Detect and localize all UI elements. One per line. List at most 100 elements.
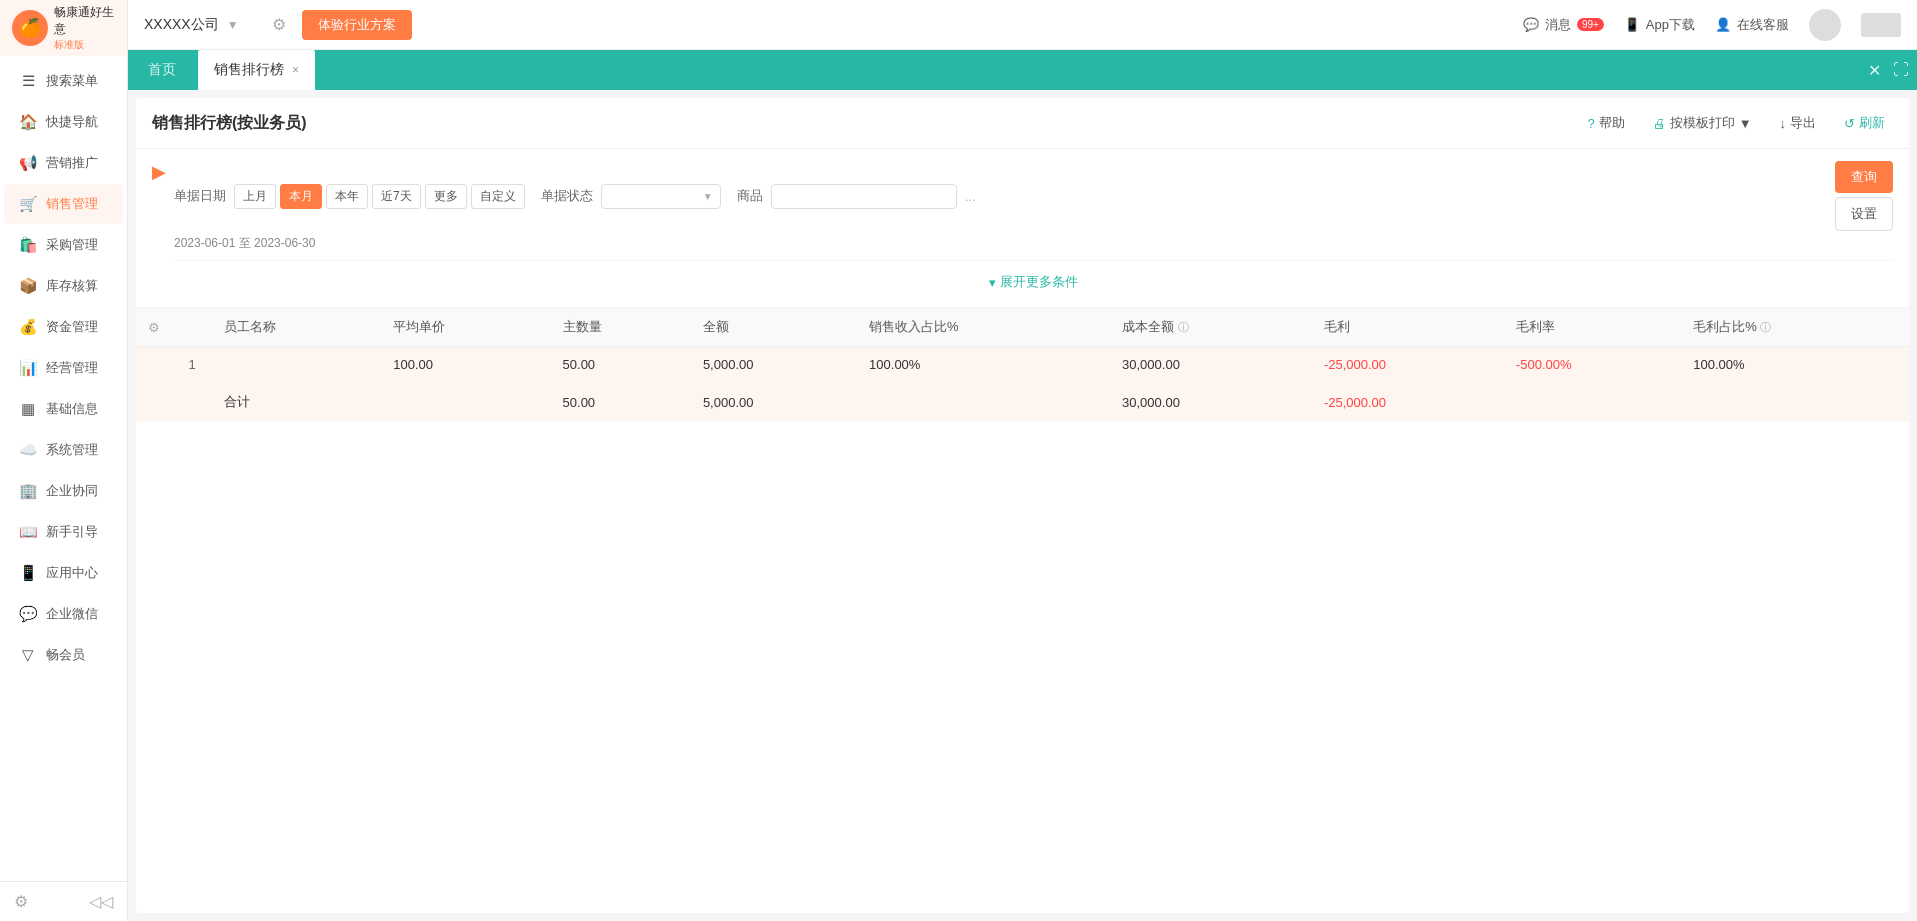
message-group[interactable]: 💬 消息 99+ [1523, 16, 1604, 34]
date-range-display: 2023-06-01 至 2023-06-30 [174, 235, 1893, 252]
sidebar-item-label: 基础信息 [46, 400, 98, 418]
goods-filter-label: 商品 [737, 187, 763, 205]
sidebar-item-inventory[interactable]: 📦 库存核算 [4, 266, 123, 306]
member-icon: ▽ [18, 645, 38, 665]
sidebar: 🍊 畅康通好生意 标准版 ☰ 搜索菜单 🏠 快捷导航 📢 营销推广 🛒 销售管理… [0, 0, 128, 921]
avatar[interactable] [1809, 9, 1841, 41]
app-download-icon: 📱 [1624, 17, 1640, 32]
cost-info-icon[interactable]: ⓘ [1178, 321, 1189, 333]
table-footer-row: 合计 50.00 5,000.00 30,000.00 -25,000.00 [136, 383, 1909, 422]
table-row: 1 100.00 50.00 5,000.00 100.00% 30,000.0… [136, 347, 1909, 383]
gear-icon[interactable]: ⚙ [272, 15, 286, 34]
app-download-group[interactable]: 📱 App下载 [1624, 16, 1695, 34]
sidebar-item-guide[interactable]: 📖 新手引导 [4, 512, 123, 552]
status-filter-label: 单据状态 [541, 187, 593, 205]
column-settings-icon[interactable]: ⚙ [148, 320, 160, 335]
th-quantity: 主数量 [551, 308, 691, 347]
status-select[interactable] [601, 184, 721, 209]
logo-sub: 标准版 [54, 38, 115, 52]
sidebar-item-search[interactable]: ☰ 搜索菜单 [4, 61, 123, 101]
th-gross: 毛利 [1312, 308, 1504, 347]
date-btn-7days[interactable]: 近7天 [372, 184, 421, 209]
sidebar-item-marketing[interactable]: 📢 营销推广 [4, 143, 123, 183]
expand-more-label: 展开更多条件 [1000, 273, 1078, 291]
sidebar-item-purchase[interactable]: 🛍️ 采购管理 [4, 225, 123, 265]
tab-close-icon[interactable]: × [292, 63, 299, 77]
collapse-icon[interactable]: ◁◁ [89, 892, 113, 911]
sidebar-item-enterprise[interactable]: 🏢 企业协同 [4, 471, 123, 511]
date-btn-this-year[interactable]: 本年 [326, 184, 368, 209]
template-print-button[interactable]: 🖨 按模板打印 ▼ [1645, 110, 1760, 136]
status-select-wrapper [601, 184, 721, 209]
company-selector[interactable]: XXXXX公司 ▼ [144, 16, 264, 34]
goods-input[interactable] [771, 184, 957, 209]
row-gross-rate: -500.00% [1504, 347, 1681, 383]
gross-pct-info-icon[interactable]: ⓘ [1760, 321, 1771, 333]
main-content: 销售排行榜(按业务员) ? 帮助 🖨 按模板打印 ▼ ↓ 导出 ↺ 刷新 [128, 90, 1917, 921]
service-group[interactable]: 👤 在线客服 [1715, 16, 1789, 34]
table-container: ⚙ 员工名称 平均单价 主数量 全额 销售收入占比% 成本全额 ⓘ 毛利 [136, 308, 1909, 913]
sidebar-item-operations[interactable]: 📊 经营管理 [4, 348, 123, 388]
date-btn-more[interactable]: 更多 [425, 184, 467, 209]
message-icon: 💬 [1523, 17, 1539, 32]
filter-row: 单据日期 上月 本月 本年 近7天 更多 自定义 [174, 161, 1893, 231]
row-quantity: 50.00 [551, 347, 691, 383]
tab-expand-icon[interactable]: ⛶ [1893, 61, 1909, 79]
settings-button[interactable]: 设置 [1835, 197, 1893, 231]
help-icon: ? [1587, 116, 1594, 131]
query-actions: 查询 设置 [1835, 161, 1893, 231]
sidebar-item-quick[interactable]: 🏠 快捷导航 [4, 102, 123, 142]
sidebar-item-label: 企业微信 [46, 605, 98, 623]
app-download-label: App下载 [1646, 16, 1695, 34]
date-btn-custom[interactable]: 自定义 [471, 184, 525, 209]
settings-bottom-icon[interactable]: ⚙ [14, 892, 28, 911]
sidebar-item-label: 经营管理 [46, 359, 98, 377]
tab-home[interactable]: 首页 [128, 50, 196, 90]
export-button[interactable]: ↓ 导出 [1772, 110, 1825, 136]
trial-button[interactable]: 体验行业方案 [302, 10, 412, 40]
refresh-button[interactable]: ↺ 刷新 [1836, 110, 1893, 136]
enterprise-icon: 🏢 [18, 481, 38, 501]
th-settings: ⚙ [136, 308, 172, 347]
help-button[interactable]: ? 帮助 [1579, 110, 1632, 136]
sidebar-item-member[interactable]: ▽ 畅会员 [4, 635, 123, 675]
row-cost: 30,000.00 [1110, 347, 1312, 383]
goods-more-icon[interactable]: ... [965, 189, 976, 204]
logo-name: 畅康通好生意 [54, 4, 115, 38]
filter-collapse-icon[interactable]: ▶ [152, 161, 166, 183]
refresh-icon: ↺ [1844, 116, 1855, 131]
search-nav-icon: ☰ [18, 71, 38, 91]
sidebar-item-label: 搜索菜单 [46, 72, 98, 90]
tab-close-all-icon[interactable]: ✕ [1868, 61, 1881, 80]
wechat-icon: 💬 [18, 604, 38, 624]
service-label: 在线客服 [1737, 16, 1789, 34]
sidebar-item-finance[interactable]: 💰 资金管理 [4, 307, 123, 347]
page-actions: ? 帮助 🖨 按模板打印 ▼ ↓ 导出 ↺ 刷新 [1579, 110, 1893, 136]
table-header-row: ⚙ 员工名称 平均单价 主数量 全额 销售收入占比% 成本全额 ⓘ 毛利 [136, 308, 1909, 347]
sidebar-item-wechat[interactable]: 💬 企业微信 [4, 594, 123, 634]
sidebar-item-system[interactable]: ☁️ 系统管理 [4, 430, 123, 470]
sidebar-item-sales[interactable]: 🛒 销售管理 [4, 184, 123, 224]
topbar: XXXXX公司 ▼ ⚙ 体验行业方案 💬 消息 99+ 📱 App下载 👤 在线… [128, 0, 1917, 50]
export-icon: ↓ [1780, 116, 1787, 131]
date-buttons: 上月 本月 本年 近7天 更多 自定义 [234, 184, 525, 209]
sidebar-item-basic[interactable]: ▦ 基础信息 [4, 389, 123, 429]
guide-icon: 📖 [18, 522, 38, 542]
row-sales-pct: 100.00% [857, 347, 1110, 383]
sidebar-item-label: 销售管理 [46, 195, 98, 213]
tab-sales-ranking[interactable]: 销售排行榜 × [198, 50, 315, 90]
query-button[interactable]: 查询 [1835, 161, 1893, 193]
home-icon: 🏠 [18, 112, 38, 132]
date-btn-last-month[interactable]: 上月 [234, 184, 276, 209]
date-btn-this-month[interactable]: 本月 [280, 184, 322, 209]
operations-icon: 📊 [18, 358, 38, 378]
sidebar-item-label: 新手引导 [46, 523, 98, 541]
sidebar-item-label: 营销推广 [46, 154, 98, 172]
sidebar-item-label: 快捷导航 [46, 113, 98, 131]
sidebar-item-label: 应用中心 [46, 564, 98, 582]
sidebar-item-appstore[interactable]: 📱 应用中心 [4, 553, 123, 593]
expand-more-button[interactable]: ▾ 展开更多条件 [989, 273, 1078, 291]
row-amount: 5,000.00 [691, 347, 857, 383]
logo-icon: 🍊 [12, 10, 48, 46]
th-cost: 成本全额 ⓘ [1110, 308, 1312, 347]
